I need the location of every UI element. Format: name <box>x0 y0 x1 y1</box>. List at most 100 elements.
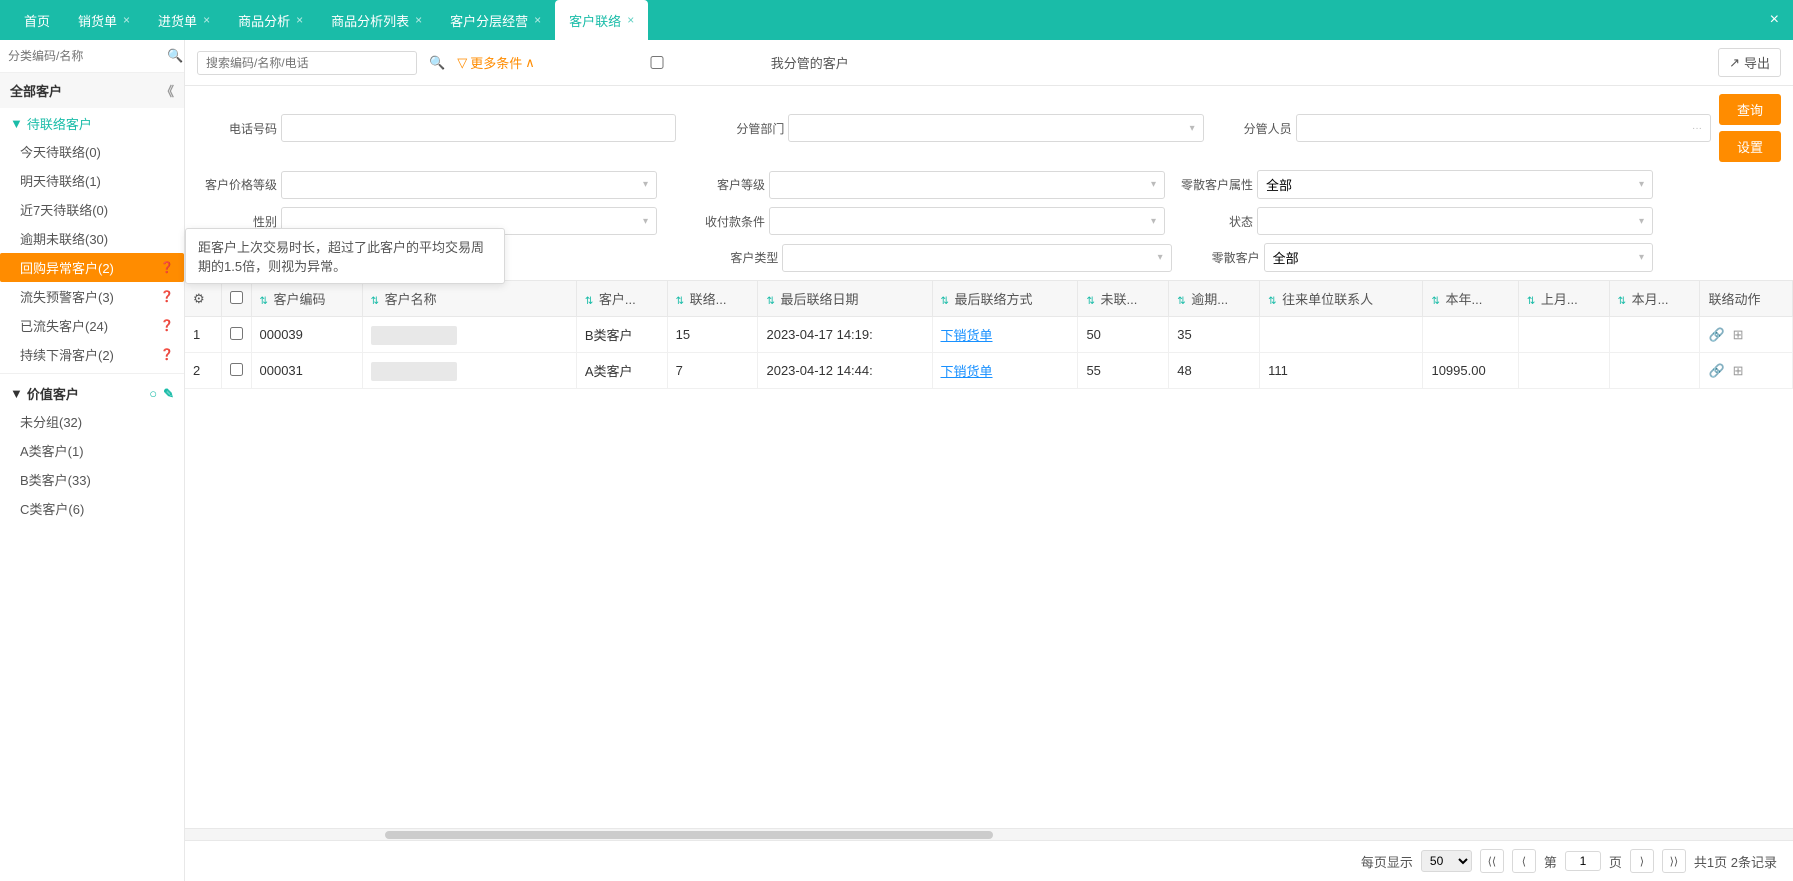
settings-button[interactable]: 设置 <box>1719 131 1781 162</box>
row-checkbox[interactable] <box>221 353 251 389</box>
last-contact-method-value[interactable]: 下销货单 <box>932 353 1078 389</box>
last-page-button[interactable]: ⟩⟩ <box>1662 849 1686 873</box>
grid-action-icon[interactable]: ⊞ <box>1733 363 1744 379</box>
close-icon[interactable]: × <box>296 13 303 27</box>
per-page-select[interactable]: 50 10 20 100 <box>1421 850 1472 872</box>
col-last-contact-date[interactable]: ⇅ 最后联络日期 <box>758 281 932 317</box>
col-customer-code[interactable]: ⇅ 客户编码 <box>251 281 362 317</box>
filter-buttons: 查询 设置 <box>1719 94 1781 162</box>
my-customers-checkbox[interactable]: 我分管的客户 <box>547 53 849 72</box>
page-number-input[interactable] <box>1565 851 1601 871</box>
sidebar-item-tomorrow[interactable]: 明天待联络(1) <box>0 166 184 195</box>
retail-customer-select[interactable]: 全部 ▾ <box>1264 243 1653 272</box>
next-page-button[interactable]: ⟩ <box>1630 849 1654 873</box>
link-action-icon[interactable]: 🔗 <box>1708 327 1724 343</box>
col-overdue[interactable]: ⇅ 逾期... <box>1169 281 1260 317</box>
edit-icon[interactable]: ✎ <box>163 386 174 402</box>
nav-customer-stratification[interactable]: 客户分层经营 × <box>436 0 555 40</box>
payment-select[interactable]: ▾ <box>769 207 1165 235</box>
sidebar-item-a-class[interactable]: A类客户(1) <box>0 436 184 465</box>
sidebar-item-declining[interactable]: 持续下滑客户(2) ❓ <box>0 340 184 369</box>
sort-icon: ⇅ <box>1527 296 1535 307</box>
sidebar-item-today[interactable]: 今天待联络(0) <box>0 137 184 166</box>
close-icon[interactable]: × <box>123 13 130 27</box>
row-index: 1 <box>185 317 221 353</box>
contact-method-link[interactable]: 下销货单 <box>941 364 993 379</box>
close-icon[interactable]: × <box>534 13 541 27</box>
sidebar-item-lost-warning[interactable]: 流失预警客户(3) ❓ <box>0 282 184 311</box>
col-contact-count[interactable]: ⇅ 联络... <box>667 281 758 317</box>
link-action-icon[interactable]: 🔗 <box>1708 363 1724 379</box>
my-customers-check[interactable] <box>547 56 767 69</box>
search-icon[interactable]: 🔍 <box>167 48 183 64</box>
select-all-checkbox[interactable] <box>230 291 243 304</box>
chevron-down-icon: ∧ <box>525 55 535 71</box>
close-icon[interactable]: × <box>203 13 210 27</box>
first-page-button[interactable]: ⟨⟨ <box>1480 849 1504 873</box>
col-contacts[interactable]: ⇅ 往来单位联系人 <box>1260 281 1423 317</box>
sidebar-item-b-class[interactable]: B类客户(33) <box>0 465 184 494</box>
chevron-down-icon: ▾ <box>1639 252 1644 263</box>
query-button[interactable]: 查询 <box>1719 94 1781 125</box>
price-level-select[interactable]: ▾ <box>281 171 657 199</box>
more-conditions-button[interactable]: ▽ 更多条件 ∧ <box>457 53 535 72</box>
window-close-button[interactable]: × <box>1770 11 1779 29</box>
circle-icon[interactable]: ○ <box>149 386 157 402</box>
collapse-icon[interactable]: 《 <box>161 81 174 100</box>
col-last-contact-method[interactable]: ⇅ 最后联络方式 <box>932 281 1078 317</box>
retail-customer-label: 零散客户 <box>1180 249 1260 266</box>
nav-product-analysis-list[interactable]: 商品分析列表 × <box>317 0 436 40</box>
close-icon[interactable]: × <box>415 13 422 27</box>
customer-name[interactable]: 隐藏 <box>362 353 576 389</box>
nav-purchase-order[interactable]: 进货单 × <box>144 0 224 40</box>
sidebar-item-unclassified[interactable]: 未分组(32) <box>0 407 184 436</box>
customer-level-select[interactable]: ▾ <box>769 171 1165 199</box>
sidebar-item-c-class[interactable]: C类客户(6) <box>0 494 184 523</box>
customer-type-select[interactable]: ▾ <box>782 244 1171 272</box>
nav-customer-contact[interactable]: 客户联络 × <box>555 0 648 40</box>
col-customer-type[interactable]: ⇅ 客户... <box>576 281 667 317</box>
sidebar-item-7days[interactable]: 近7天待联络(0) <box>0 195 184 224</box>
status-select[interactable]: ▾ <box>1257 207 1653 235</box>
sidebar-search-input[interactable] <box>8 49 163 63</box>
prev-page-button[interactable]: ⟨ <box>1512 849 1536 873</box>
info-icon: ❓ <box>160 319 174 332</box>
phone-input[interactable] <box>281 114 676 142</box>
export-button[interactable]: ↗ 导出 <box>1718 48 1781 77</box>
col-uncontacted[interactable]: ⇅ 未联... <box>1078 281 1169 317</box>
price-level-label: 客户价格等级 <box>197 176 277 193</box>
col-customer-name[interactable]: ⇅ 客户名称 <box>362 281 576 317</box>
person-select[interactable]: ··· <box>1296 114 1711 142</box>
checkbox-column[interactable] <box>221 281 251 317</box>
nav-home[interactable]: 首页 <box>10 0 64 40</box>
customer-type-field: 客户类型 ▾ <box>698 244 1171 272</box>
search-input[interactable] <box>197 51 417 75</box>
row-check[interactable] <box>230 327 243 340</box>
sidebar-item-overdue[interactable]: 逾期未联络(30) <box>0 224 184 253</box>
col-this-month[interactable]: ⇅ 本月... <box>1609 281 1700 317</box>
dept-select[interactable]: ▾ <box>788 114 1203 142</box>
customer-level-label: 客户等级 <box>685 176 765 193</box>
customer-name[interactable]: 隐藏 <box>362 317 576 353</box>
row-check[interactable] <box>230 363 243 376</box>
search-button-icon[interactable]: 🔍 <box>429 55 445 71</box>
last-contact-method-value[interactable]: 下销货单 <box>932 317 1078 353</box>
retail-attr-select[interactable]: 全部 ▾ <box>1257 170 1653 199</box>
col-annual[interactable]: ⇅ 本年... <box>1423 281 1518 317</box>
all-customers-header[interactable]: 全部客户 《 <box>0 73 184 108</box>
contact-method-link[interactable]: 下销货单 <box>941 328 993 343</box>
settings-icon[interactable]: ⚙ <box>193 291 205 306</box>
close-icon[interactable]: × <box>627 13 634 27</box>
settings-column[interactable]: ⚙ <box>185 281 221 317</box>
grid-action-icon[interactable]: ⊞ <box>1733 327 1744 343</box>
nav-sales-order[interactable]: 销货单 × <box>64 0 144 40</box>
col-last-month[interactable]: ⇅ 上月... <box>1518 281 1609 317</box>
horizontal-scrollbar[interactable] <box>185 828 1793 840</box>
sidebar-item-already-lost[interactable]: 已流失客户(24) ❓ <box>0 311 184 340</box>
value-customers-group[interactable]: ▼ 价值客户 ○ ✎ <box>0 378 184 407</box>
sidebar-item-abnormal[interactable]: 回购异常客户(2) ❓ <box>0 253 184 282</box>
row-checkbox[interactable] <box>221 317 251 353</box>
pending-contact-group[interactable]: ▼ 待联络客户 <box>0 108 184 137</box>
nav-product-analysis[interactable]: 商品分析 × <box>224 0 317 40</box>
scroll-thumb[interactable] <box>385 831 993 839</box>
